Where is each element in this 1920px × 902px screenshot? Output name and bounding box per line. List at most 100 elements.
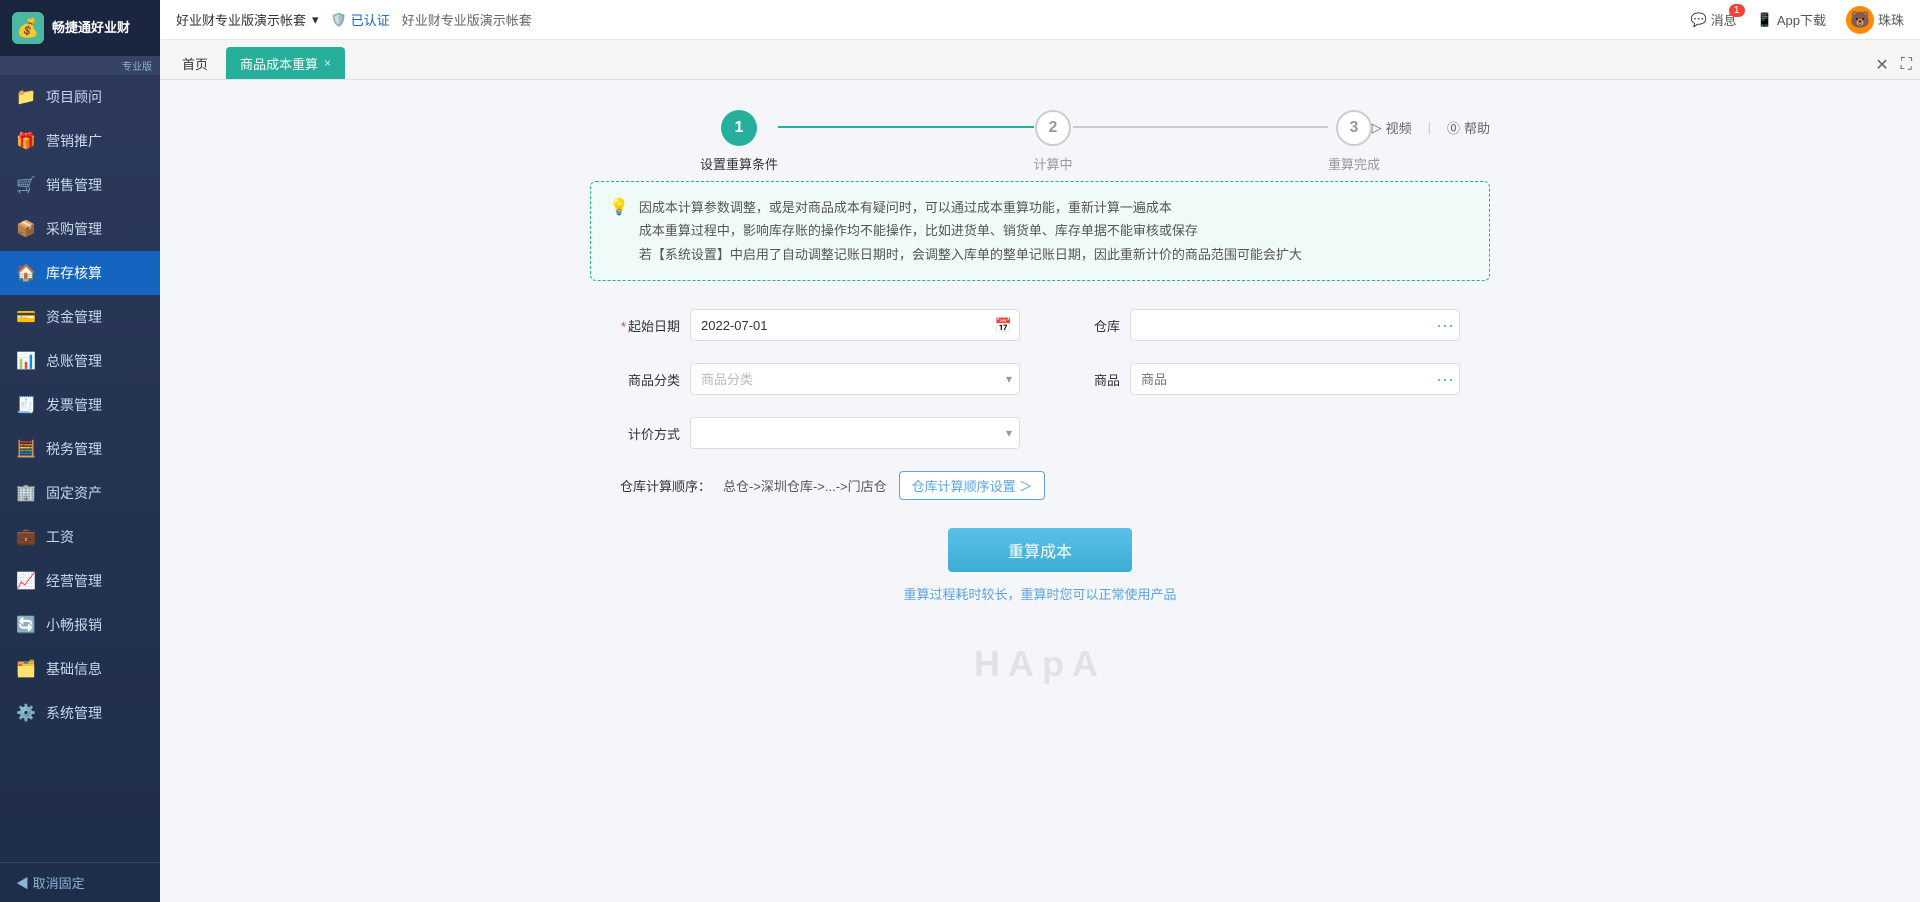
recalc-button[interactable]: 重算成本 — [948, 528, 1132, 572]
goods-label: 商品 — [1060, 370, 1120, 389]
operations-icon: 📈 — [16, 571, 36, 591]
close-window-icon[interactable]: ✕ — [1875, 55, 1888, 75]
sidebar-item-accounting[interactable]: 📊总账管理 — [0, 339, 160, 383]
app-download-button[interactable]: 📱 App下载 — [1757, 10, 1826, 29]
expense-icon: 🔄 — [16, 615, 36, 635]
form-row-2: 商品分类 商品分类 ▾ 商品 ··· — [620, 363, 1460, 395]
connector-2 — [1073, 110, 1328, 128]
pricing-select[interactable] — [690, 417, 1020, 449]
info-line-3: 若【系统设置】中启用了自动调整记账日期时，会调整入库单的整单记账日期，因此重新计… — [639, 243, 1302, 266]
topbar-right: 💬 消息 1 📱 App下载 🐻 珠珠 — [1690, 6, 1904, 34]
warehouse-label: 仓库 — [1060, 316, 1120, 335]
tab-home-label: 首页 — [182, 54, 208, 73]
steps-row: 1 设置重算条件 2 计算中 3 重算完 — [700, 110, 1380, 173]
sidebar-nav: 📁项目顾问 🎁 营销推广 🛒销售管理📦采购管理🏠库存核算💳资金管理📊总账管理🧾发票管理… — [0, 75, 160, 862]
phone-icon: 📱 — [1757, 12, 1773, 28]
sidebar-item-sales[interactable]: 🛒销售管理 — [0, 163, 160, 207]
marketing-label: 营销推广 — [46, 131, 102, 151]
tax-icon: 🧮 — [16, 439, 36, 459]
category-select-wrapper[interactable]: 商品分类 ▾ — [690, 363, 1020, 395]
help-label: 帮助 — [1464, 118, 1490, 137]
tabbar: 首页 商品成本重算 × ✕ ⛶ — [160, 40, 1920, 80]
sidebar-item-inventory[interactable]: 🏠库存核算 — [0, 251, 160, 295]
company-select[interactable]: 好业财专业版演示帐套 ▾ — [176, 10, 319, 29]
calc-order-label: 仓库计算顺序： — [620, 476, 711, 495]
avatar: 🐻 — [1846, 6, 1874, 34]
play-icon: ▷ — [1372, 120, 1382, 136]
system-icon: ⚙️ — [16, 703, 36, 723]
pricing-select-wrapper[interactable]: ▾ — [690, 417, 1020, 449]
expand-icon[interactable]: ⛶ — [1901, 56, 1912, 74]
operations-label: 经营管理 — [46, 571, 102, 591]
calc-order-settings-button[interactable]: 仓库计算顺序设置 ＞ — [899, 471, 1046, 500]
company-name: 好业财专业版演示帐套 — [402, 10, 532, 29]
help-icon: ⓪ — [1447, 118, 1460, 137]
sidebar-item-assets[interactable]: 🏢固定资产 — [0, 471, 160, 515]
sidebar-item-purchase[interactable]: 📦采购管理 — [0, 207, 160, 251]
sidebar-item-expense[interactable]: 🔄小畅报销 — [0, 603, 160, 647]
logo-icon: 💰 — [12, 12, 44, 44]
recalc-hint: 重算过程耗时较长，重算时您可以正常使用产品 — [903, 584, 1176, 603]
form-row-3: 计价方式 ▾ — [620, 417, 1460, 449]
warehouse-input[interactable] — [1130, 309, 1460, 341]
project-label: 项目顾问 — [46, 87, 102, 107]
warehouse-more-icon[interactable]: ··· — [1436, 315, 1454, 336]
sidebar-item-system[interactable]: ⚙️系统管理 — [0, 691, 160, 735]
warehouse-input-wrapper[interactable]: ··· — [1130, 309, 1460, 341]
main-area: 好业财专业版演示帐套 ▾ 🛡️ 已认证 好业财专业版演示帐套 💬 消息 1 📱 … — [160, 0, 1920, 902]
light-icon: 💡 — [609, 197, 629, 266]
sidebar-item-tax[interactable]: 🧮税务管理 — [0, 427, 160, 471]
video-link[interactable]: ▷ 视频 — [1372, 118, 1412, 137]
calendar-icon[interactable]: 📅 — [995, 317, 1012, 334]
warehouse-field: 仓库 ··· — [1060, 309, 1460, 341]
help-link[interactable]: ⓪ 帮助 — [1447, 118, 1490, 137]
category-label: 商品分类 — [620, 370, 680, 389]
info-box: 💡 因成本计算参数调整，或是对商品成本有疑问时，可以通过成本重算功能，重新计算一… — [590, 181, 1490, 281]
shield-icon: 🛡️ — [331, 12, 347, 28]
unpin-button[interactable]: ◀ 取消固定 — [0, 862, 160, 902]
goods-more-icon[interactable]: ··· — [1436, 369, 1454, 390]
finance-label: 资金管理 — [46, 307, 102, 327]
message-button[interactable]: 💬 消息 1 — [1690, 10, 1736, 29]
pricing-label: 计价方式 — [620, 424, 680, 443]
sidebar-item-operations[interactable]: 📈 经营管理 — [0, 559, 160, 603]
sidebar-item-finance[interactable]: 💳资金管理 — [0, 295, 160, 339]
sales-label: 销售管理 — [46, 175, 102, 195]
start-date-input-wrapper[interactable]: 📅 — [690, 309, 1020, 341]
goods-input[interactable] — [1130, 363, 1460, 395]
form-row-1: *起始日期 📅 仓库 ··· — [620, 309, 1460, 341]
sidebar-item-basic[interactable]: 🗂️基础信息 — [0, 647, 160, 691]
recalc-section: 重算成本 重算过程耗时较长，重算时您可以正常使用产品 — [620, 528, 1460, 603]
verified-label: 已认证 — [351, 10, 390, 29]
tab-bar-right: ✕ ⛶ — [1875, 55, 1912, 79]
basic-icon: 🗂️ — [16, 659, 36, 679]
sidebar-item-salary[interactable]: 💼工资 — [0, 515, 160, 559]
message-icon: 💬 — [1690, 12, 1706, 28]
sidebar-item-project[interactable]: 📁项目顾问 — [0, 75, 160, 119]
message-badge: 1 — [1729, 4, 1745, 17]
user-name: 珠珠 — [1878, 10, 1904, 29]
sidebar: 💰 畅捷通好业财 专业版 📁项目顾问🎁营销推广🛒销售管理📦采购管理🏠库存核算💳资… — [0, 0, 160, 902]
sidebar-item-invoice[interactable]: 🧾发票管理 — [0, 383, 160, 427]
goods-input-wrapper[interactable]: ··· — [1130, 363, 1460, 395]
inventory-label: 库存核算 — [46, 263, 102, 283]
close-tab-icon[interactable]: × — [324, 56, 331, 70]
tab-active[interactable]: 商品成本重算 × — [226, 47, 345, 79]
divider: | — [1428, 120, 1431, 135]
sidebar-logo: 💰 畅捷通好业财 — [0, 0, 160, 56]
goods-field: 商品 ··· — [1060, 363, 1460, 395]
connector-line-2 — [1073, 126, 1328, 128]
marketing-icon: 🎁 — [16, 131, 36, 151]
start-date-input[interactable] — [690, 309, 1020, 341]
form: *起始日期 📅 仓库 ··· 商 — [590, 309, 1490, 603]
assets-label: 固定资产 — [46, 483, 102, 503]
purchase-label: 采购管理 — [46, 219, 102, 239]
user-avatar-button[interactable]: 🐻 珠珠 — [1846, 6, 1904, 34]
tab-home[interactable]: 首页 — [168, 47, 222, 79]
required-star: * — [621, 319, 626, 334]
verified-badge: 🛡️ 已认证 — [331, 10, 390, 29]
invoice-label: 发票管理 — [46, 395, 102, 415]
sidebar-item-marketing[interactable]: 🎁 营销推广 — [0, 119, 160, 163]
category-select[interactable]: 商品分类 — [690, 363, 1020, 395]
accounting-icon: 📊 — [16, 351, 36, 371]
